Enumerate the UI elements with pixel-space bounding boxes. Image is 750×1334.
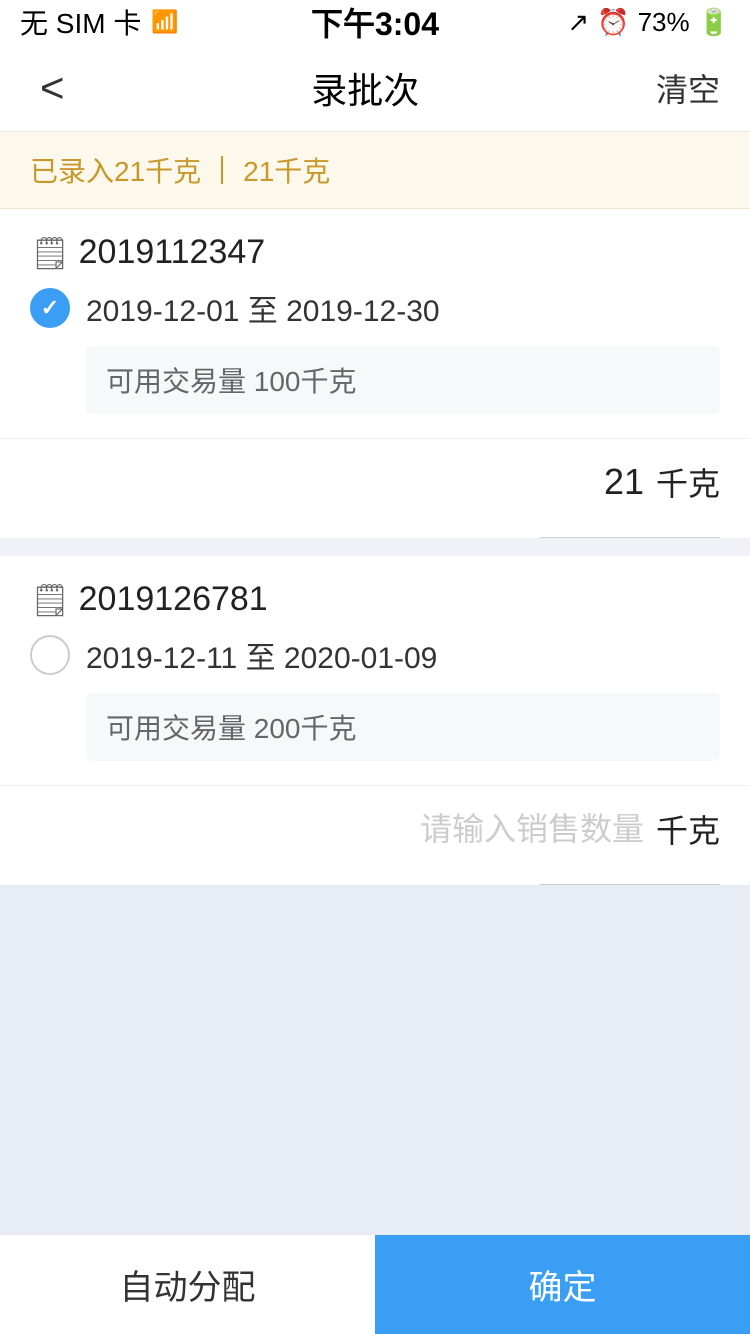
back-button[interactable]: < xyxy=(30,54,75,122)
batch-date-2: 2019-12-11 至 2020-01-09 xyxy=(86,633,437,677)
recorded-label: 已录入21千克 xyxy=(30,150,201,190)
battery-text: 73% xyxy=(638,7,690,38)
radio-button-2[interactable] xyxy=(30,635,70,675)
card-divider xyxy=(0,538,750,556)
batch-doc-icon-1: 🗒 xyxy=(30,234,71,272)
batch-card-2: 🗒 2019126781 2019-12-11 至 2020-01-09 可用交… xyxy=(0,556,750,885)
batch-doc-icon-2: 🗒 xyxy=(30,581,71,619)
wifi-icon: 📶 xyxy=(151,9,178,35)
status-right: ↗ ⏰ 73% 🔋 xyxy=(567,7,730,38)
batch-date-1: 2019-12-01 至 2019-12-30 xyxy=(86,286,440,330)
clear-button[interactable]: 清空 xyxy=(656,65,720,111)
info-divider xyxy=(221,156,223,184)
batch-id-1: 2019112347 xyxy=(79,233,266,272)
batch-avail-row-2: 可用交易量 200千克 xyxy=(86,693,720,761)
underline-row-2 xyxy=(0,876,750,885)
batch-avail-text-1: 可用交易量 100千克 xyxy=(106,366,357,397)
auto-distribute-button[interactable]: 自动分配 xyxy=(0,1235,375,1334)
status-carrier: 无 SIM 卡 📶 xyxy=(20,2,179,42)
quantity-underline-2 xyxy=(540,884,720,885)
radio-button-1[interactable] xyxy=(30,288,70,328)
quantity-unit-1: 千克 xyxy=(656,459,720,505)
underline-row-1 xyxy=(0,529,750,538)
carrier-text: 无 SIM 卡 xyxy=(20,2,141,42)
status-time: 下午3:04 xyxy=(311,0,439,45)
batch-id-row-2: 🗒 2019126781 xyxy=(30,580,720,619)
batch-card-1: 🗒 2019112347 2019-12-01 至 2019-12-30 可用交… xyxy=(0,209,750,538)
info-amount: 21千克 xyxy=(243,150,330,190)
bottom-bar: 自动分配 确定 xyxy=(0,1234,750,1334)
batch-id-2: 2019126781 xyxy=(79,580,268,619)
confirm-button[interactable]: 确定 xyxy=(375,1235,750,1334)
quantity-unit-2: 千克 xyxy=(656,806,720,852)
status-bar: 无 SIM 卡 📶 下午3:04 ↗ ⏰ 73% 🔋 xyxy=(0,0,750,44)
location-icon: ↗ xyxy=(567,7,589,38)
alarm-icon: ⏰ xyxy=(597,7,629,38)
batch-date-row-2[interactable]: 2019-12-11 至 2020-01-09 xyxy=(30,633,720,677)
quantity-underline-1 xyxy=(540,537,720,538)
batch-item-2: 🗒 2019126781 2019-12-11 至 2020-01-09 可用交… xyxy=(0,556,750,785)
batch-id-row-1: 🗒 2019112347 xyxy=(30,233,720,272)
batch-avail-text-2: 可用交易量 200千克 xyxy=(106,713,357,744)
info-banner: 已录入21千克 21千克 xyxy=(0,132,750,209)
quantity-input-row-2: 千克 xyxy=(0,785,750,876)
quantity-value-1[interactable]: 21 xyxy=(604,461,644,503)
batch-date-row-1[interactable]: 2019-12-01 至 2019-12-30 xyxy=(30,286,720,330)
quantity-row-1: 21 千克 xyxy=(0,438,750,529)
battery-icon: 🔋 xyxy=(698,7,730,38)
nav-bar: < 录批次 清空 xyxy=(0,44,750,132)
batch-item-1: 🗒 2019112347 2019-12-01 至 2019-12-30 可用交… xyxy=(0,209,750,438)
page-title: 录批次 xyxy=(311,62,419,114)
batch-avail-row-1: 可用交易量 100千克 xyxy=(86,346,720,414)
quantity-input-2[interactable] xyxy=(224,811,644,848)
